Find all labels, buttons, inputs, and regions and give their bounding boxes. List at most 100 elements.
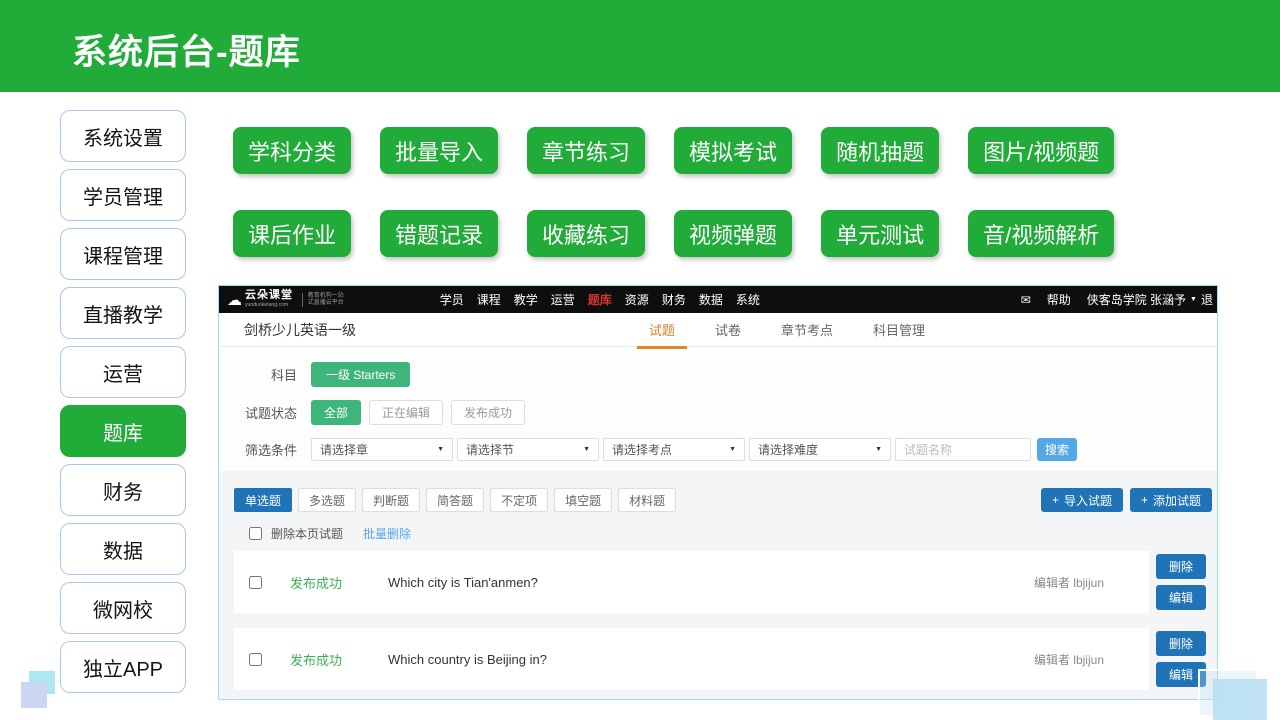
- list-toolbar: + 导入试题 + 添加试题: [1041, 488, 1212, 512]
- status-editing-button[interactable]: 正在编辑: [369, 400, 443, 425]
- menu-system[interactable]: 系统: [736, 291, 760, 308]
- menu-operations[interactable]: 运营: [551, 291, 575, 308]
- qtype-material[interactable]: 材料题: [618, 488, 676, 512]
- menu-finance[interactable]: 财务: [662, 291, 686, 308]
- sidebar-item-system-settings[interactable]: 系统设置: [60, 110, 186, 162]
- caret-down-icon: ▼: [1190, 296, 1197, 303]
- add-question-button[interactable]: + 添加试题: [1130, 488, 1212, 512]
- select-page-checkbox[interactable]: [249, 527, 262, 540]
- question-status-badge: 发布成功: [290, 650, 342, 669]
- qtype-short-answer[interactable]: 简答题: [426, 488, 484, 512]
- brand-name: 云朵课堂: [245, 290, 296, 300]
- decor-square-bottom-right-fill: [1213, 679, 1267, 720]
- sidebar-item-question-bank[interactable]: 题库: [60, 405, 186, 457]
- feature-favorite-practice[interactable]: 收藏练习: [527, 210, 645, 257]
- feature-image-video-questions[interactable]: 图片/视频题: [968, 127, 1114, 174]
- filter-row-conditions: 筛选条件 请选择章 ▼ 请选择节 ▼ 请选择考点 ▼ 请选择难度 ▼ 搜索: [219, 438, 1217, 461]
- sidebar-item-student-management[interactable]: 学员管理: [60, 169, 186, 221]
- qtype-indefinite[interactable]: 不定项: [490, 488, 548, 512]
- plus-icon: +: [1141, 493, 1148, 507]
- brand-logo[interactable]: ☁ 云朵课堂 yunduoketang.com 教育机构一站 式直播云平台: [227, 290, 344, 310]
- question-text: Which country is Beijing in?: [388, 652, 547, 667]
- select-caret-icon: ▼: [437, 446, 444, 453]
- qtype-fill-blank[interactable]: 填空题: [554, 488, 612, 512]
- question-checkbox[interactable]: [249, 576, 262, 589]
- qtype-single-choice[interactable]: 单选题: [234, 488, 292, 512]
- chapter-select[interactable]: 请选择章 ▼: [311, 438, 453, 461]
- page-banner: 系统后台-题库: [0, 0, 1280, 92]
- section-select[interactable]: 请选择节 ▼: [457, 438, 599, 461]
- filter-row-subject: 科目 一级 Starters: [219, 362, 1217, 387]
- question-row: 发布成功 Which city is Tian'anmen? 编辑者 lbjij…: [234, 551, 1217, 613]
- batch-actions-row: 删除本页试题 批量删除: [249, 525, 1217, 542]
- decor-square-bottom-left-lavender: [21, 682, 47, 708]
- menu-question-bank[interactable]: 题库: [588, 291, 612, 308]
- sidebar-item-course-management[interactable]: 课程管理: [60, 228, 186, 280]
- course-name: 剑桥少儿英语一级: [244, 320, 356, 340]
- tab-papers[interactable]: 试卷: [715, 320, 741, 339]
- question-editor: 编辑者 lbjijun: [1034, 651, 1104, 668]
- feature-subject-category[interactable]: 学科分类: [233, 127, 351, 174]
- account-name: 侠客岛学院 张涵予: [1087, 291, 1186, 308]
- menu-students[interactable]: 学员: [440, 291, 464, 308]
- filters-section: 科目 一级 Starters 试题状态 全部 正在编辑 发布成功 筛选条件 请选…: [219, 347, 1217, 471]
- delete-question-button[interactable]: 删除: [1156, 554, 1206, 579]
- status-all-button[interactable]: 全部: [311, 400, 361, 425]
- feature-buttons: 学科分类 批量导入 章节练习 模拟考试 随机抽题 图片/视频题 课后作业 错题记…: [233, 127, 1173, 293]
- sidebar-item-finance[interactable]: 财务: [60, 464, 186, 516]
- batch-delete-link[interactable]: 批量删除: [363, 525, 411, 542]
- logo-divider: [302, 293, 303, 307]
- question-name-input[interactable]: [895, 438, 1031, 461]
- import-questions-button[interactable]: + 导入试题: [1041, 488, 1123, 512]
- feature-video-popup-questions[interactable]: 视频弹题: [674, 210, 792, 257]
- feature-mock-exam[interactable]: 模拟考试: [674, 127, 792, 174]
- menu-data[interactable]: 数据: [699, 291, 723, 308]
- knowledge-point-select[interactable]: 请选择考点 ▼: [603, 438, 745, 461]
- mail-icon[interactable]: ✉: [1021, 293, 1031, 307]
- sidebar-item-operations[interactable]: 运营: [60, 346, 186, 398]
- sidebar-item-live-teaching[interactable]: 直播教学: [60, 287, 186, 339]
- plus-icon: +: [1052, 493, 1059, 507]
- question-checkbox[interactable]: [249, 653, 262, 666]
- feature-audio-video-analysis[interactable]: 音/视频解析: [968, 210, 1114, 257]
- qtype-true-false[interactable]: 判断题: [362, 488, 420, 512]
- brand-domain: yunduoketang.com: [245, 300, 288, 309]
- subnav-tabs: 试题 试卷 章节考点 科目管理: [649, 320, 925, 339]
- question-actions: 删除 编辑: [1156, 551, 1206, 613]
- subject-tag[interactable]: 一级 Starters: [311, 362, 410, 387]
- qtype-multiple-choice[interactable]: 多选题: [298, 488, 356, 512]
- menu-courses[interactable]: 课程: [477, 291, 501, 308]
- difficulty-select[interactable]: 请选择难度 ▼: [749, 438, 891, 461]
- question-row: 发布成功 Which country is Beijing in? 编辑者 lb…: [234, 628, 1217, 690]
- brand-tagline: 教育机构一站 式直播云平台: [308, 293, 344, 307]
- tab-questions[interactable]: 试题: [649, 320, 675, 339]
- admin-top-menu: 学员 课程 教学 运营 题库 资源 财务 数据 系统: [440, 291, 760, 308]
- sidebar-item-data[interactable]: 数据: [60, 523, 186, 575]
- feature-chapter-practice[interactable]: 章节练习: [527, 127, 645, 174]
- feature-unit-test[interactable]: 单元测试: [821, 210, 939, 257]
- tab-chapter-points[interactable]: 章节考点: [781, 320, 833, 339]
- feature-row-2: 课后作业 错题记录 收藏练习 视频弹题 单元测试 音/视频解析: [233, 210, 1173, 257]
- status-published-button[interactable]: 发布成功: [451, 400, 525, 425]
- menu-resources[interactable]: 资源: [625, 291, 649, 308]
- feature-batch-import[interactable]: 批量导入: [380, 127, 498, 174]
- question-type-row: 单选题 多选题 判断题 简答题 不定项 填空题 材料题 + 导入试题 + 添加试…: [219, 471, 1217, 512]
- feature-homework[interactable]: 课后作业: [233, 210, 351, 257]
- feature-random-questions[interactable]: 随机抽题: [821, 127, 939, 174]
- question-card: 发布成功 Which country is Beijing in? 编辑者 lb…: [234, 628, 1149, 690]
- delete-question-button[interactable]: 删除: [1156, 631, 1206, 656]
- account-menu[interactable]: 侠客岛学院 张涵予 ▼ 退: [1087, 291, 1213, 308]
- help-link[interactable]: 帮助: [1047, 291, 1071, 308]
- menu-teaching[interactable]: 教学: [514, 291, 538, 308]
- feature-wrong-question-record[interactable]: 错题记录: [380, 210, 498, 257]
- sidebar-item-standalone-app[interactable]: 独立APP: [60, 641, 186, 693]
- edit-question-button[interactable]: 编辑: [1156, 585, 1206, 610]
- search-button[interactable]: 搜索: [1037, 438, 1077, 461]
- select-caret-icon: ▼: [729, 446, 736, 453]
- select-page-label: 删除本页试题: [271, 525, 343, 542]
- sidebar-item-micro-school[interactable]: 微网校: [60, 582, 186, 634]
- tab-subject-management[interactable]: 科目管理: [873, 320, 925, 339]
- logout-link[interactable]: 退: [1201, 291, 1213, 308]
- question-card: 发布成功 Which city is Tian'anmen? 编辑者 lbjij…: [234, 551, 1149, 613]
- cloud-logo-icon: ☁: [227, 291, 242, 309]
